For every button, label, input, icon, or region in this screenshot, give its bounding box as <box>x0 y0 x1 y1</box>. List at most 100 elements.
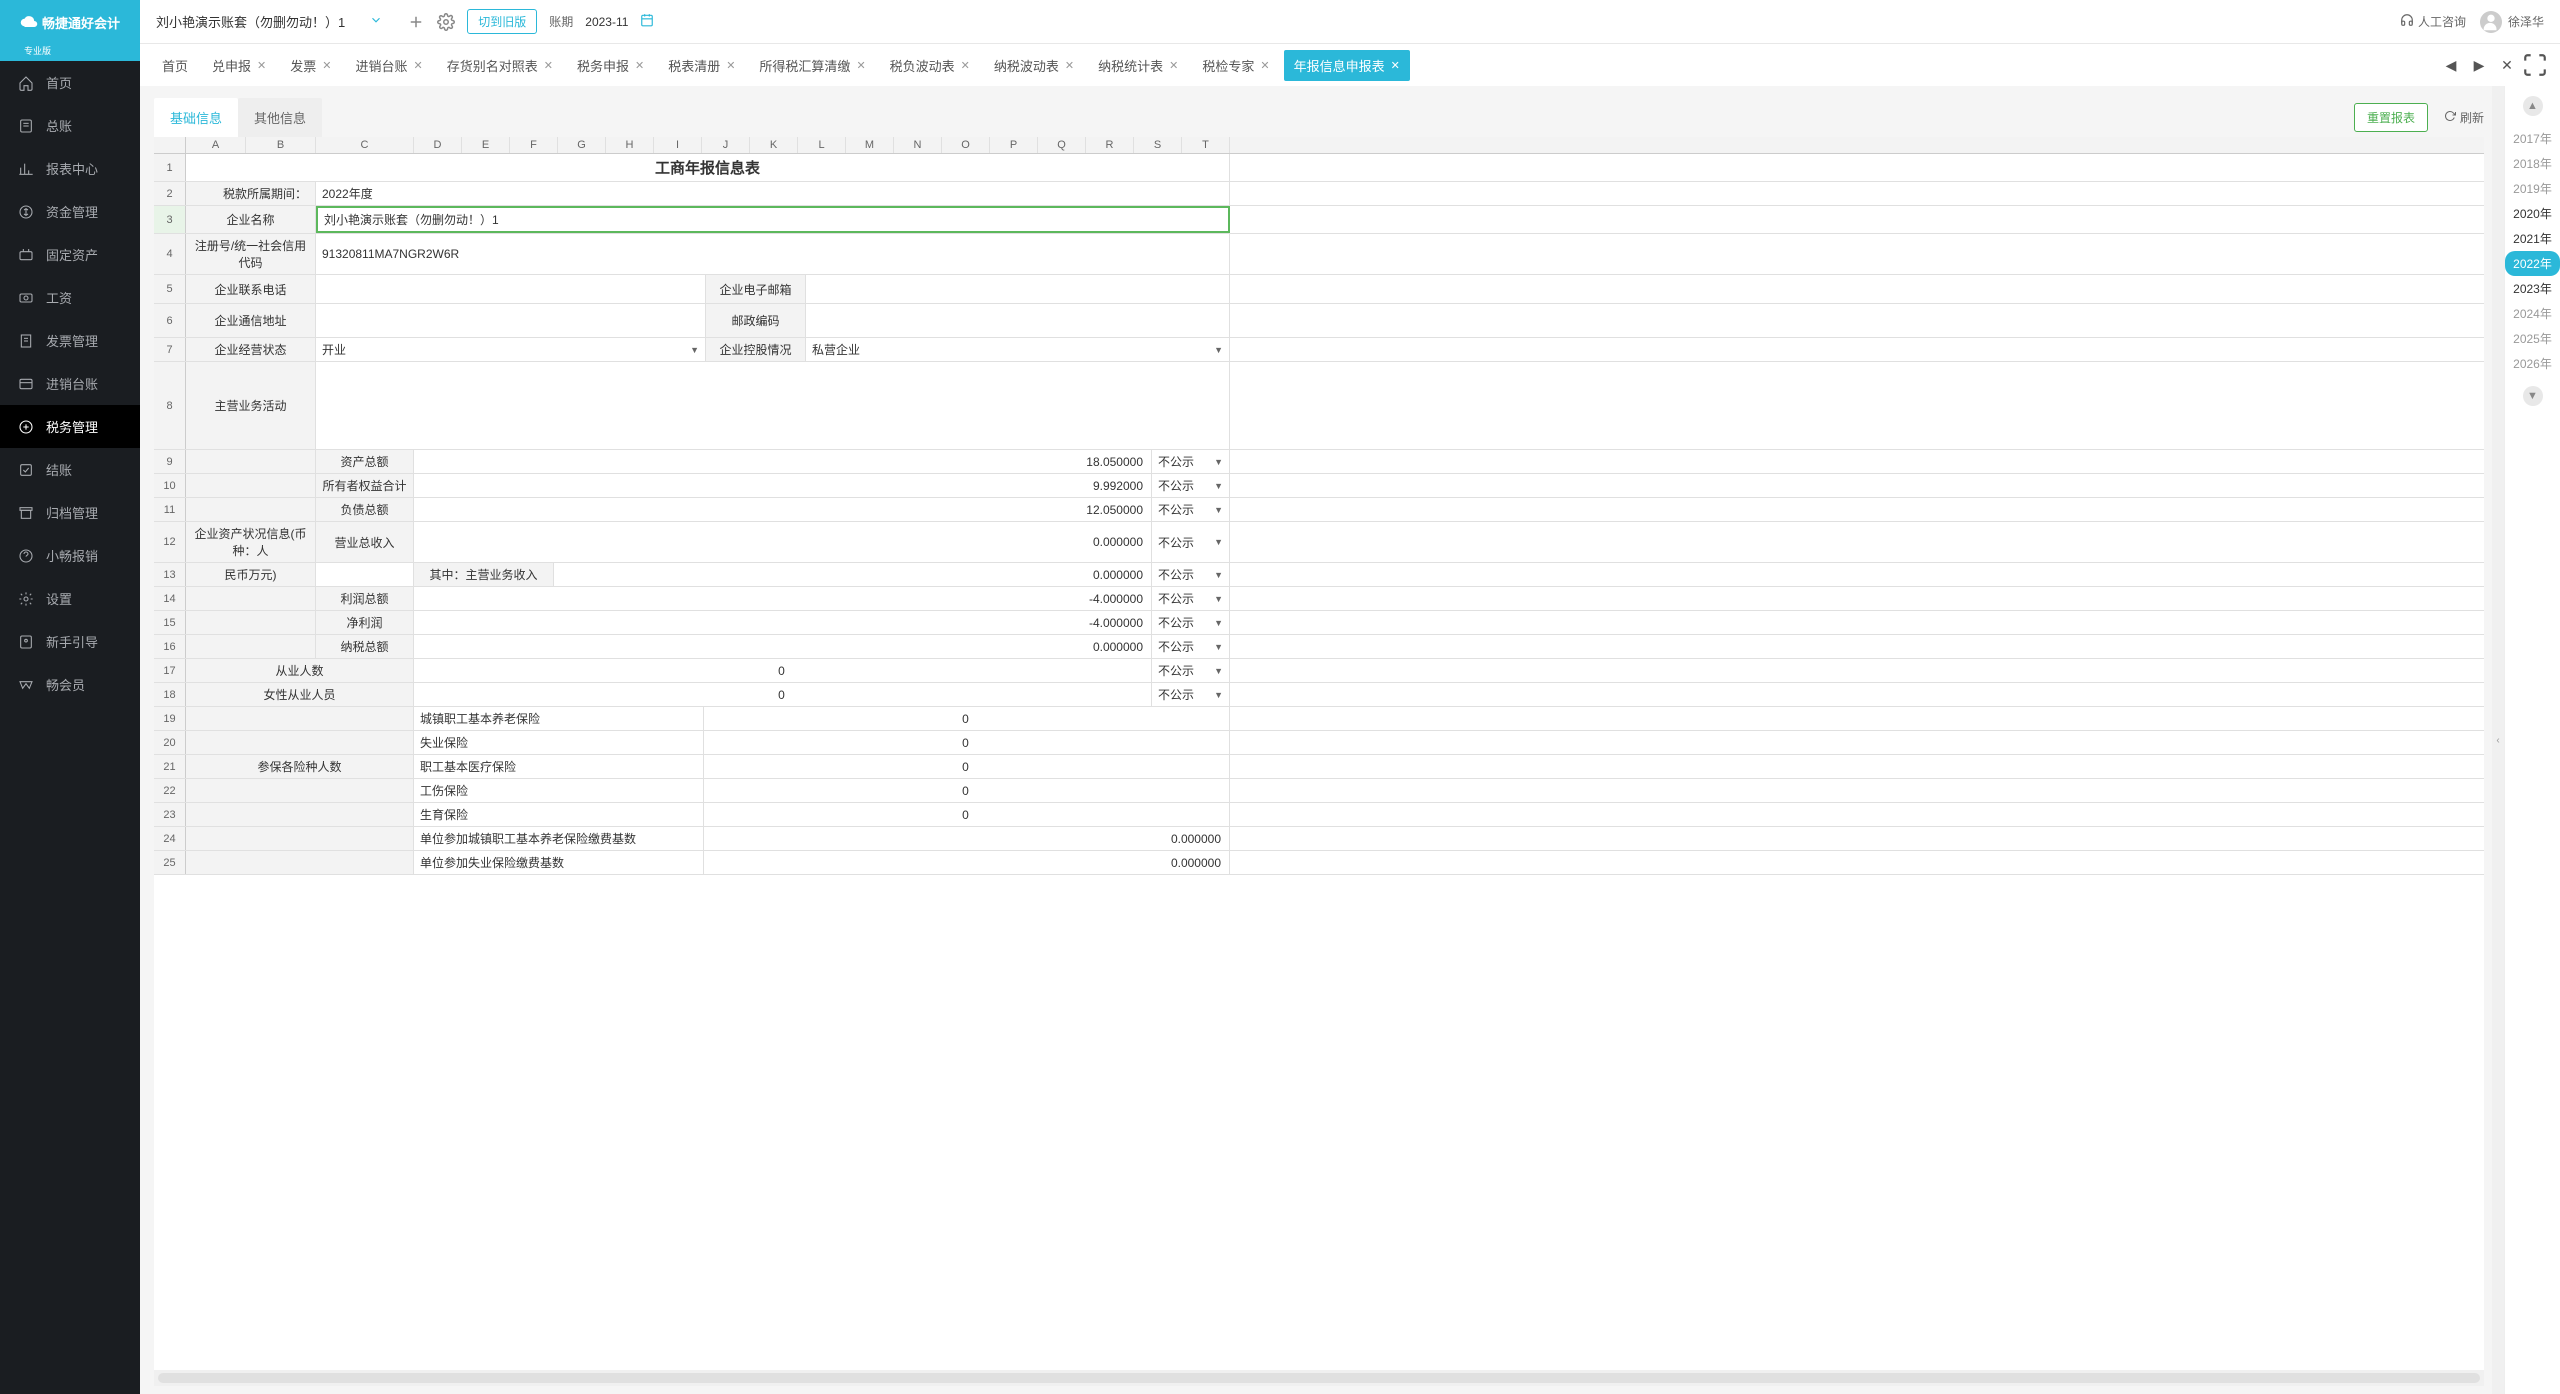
col-header-P[interactable]: P <box>990 137 1038 153</box>
row-header[interactable]: 20 <box>154 731 186 754</box>
publicity-select[interactable]: 不公示▼ <box>1152 587 1230 610</box>
asset-value[interactable]: 0.000000 <box>554 563 1152 586</box>
row-header[interactable]: 25 <box>154 851 186 874</box>
tab-进销台账[interactable]: 进销台账✕ <box>345 50 432 81</box>
base-value[interactable]: 0.000000 <box>704 827 1230 850</box>
email-value[interactable] <box>806 275 1230 303</box>
holding-select[interactable]: 私营企业▼ <box>806 338 1230 361</box>
refresh-button[interactable]: 刷新 <box>2444 109 2484 126</box>
row-header[interactable]: 7 <box>154 338 186 361</box>
col-header-F[interactable]: F <box>510 137 558 153</box>
nav-ledger[interactable]: 总账 <box>0 104 140 147</box>
tab-close-icon[interactable]: ✕ <box>961 59 970 72</box>
year-2022年[interactable]: 2022年 <box>2505 251 2560 276</box>
tab-税检专家[interactable]: 税检专家✕ <box>1192 50 1279 81</box>
row-header[interactable]: 23 <box>154 803 186 826</box>
nav-guide[interactable]: 新手引导 <box>0 620 140 663</box>
year-2021年[interactable]: 2021年 <box>2505 226 2560 251</box>
col-header-B[interactable]: B <box>246 137 316 153</box>
row-value[interactable]: 0 <box>414 683 1152 706</box>
row-header[interactable]: 2 <box>154 182 186 205</box>
period-value[interactable]: 2023-11 <box>585 15 628 29</box>
tab-税表清册[interactable]: 税表清册✕ <box>658 50 745 81</box>
nav-home[interactable]: 首页 <box>0 61 140 104</box>
col-header-Q[interactable]: Q <box>1038 137 1086 153</box>
nav-tax[interactable]: 税务管理 <box>0 405 140 448</box>
publicity-select[interactable]: 不公示▼ <box>1152 659 1230 682</box>
tabs-close-all-button[interactable]: ✕ <box>2494 52 2520 78</box>
mainbiz-value[interactable] <box>316 362 1230 449</box>
col-header-O[interactable]: O <box>942 137 990 153</box>
row-header[interactable]: 18 <box>154 683 186 706</box>
col-header-E[interactable]: E <box>462 137 510 153</box>
publicity-select[interactable]: 不公示▼ <box>1152 611 1230 634</box>
publicity-select[interactable]: 不公示▼ <box>1152 563 1230 586</box>
insured-value[interactable]: 0 <box>704 755 1230 778</box>
col-header-L[interactable]: L <box>798 137 846 153</box>
tab-税负波动表[interactable]: 税负波动表✕ <box>880 50 980 81</box>
switch-old-version-button[interactable]: 切到旧版 <box>467 9 537 34</box>
status-select[interactable]: 开业▼ <box>316 338 706 361</box>
asset-value[interactable]: -4.000000 <box>414 611 1152 634</box>
row-header[interactable]: 6 <box>154 304 186 337</box>
zip-value[interactable] <box>806 304 1230 337</box>
tab-close-icon[interactable]: ✕ <box>1391 59 1400 72</box>
year-up-button[interactable]: ▲ <box>2523 96 2543 116</box>
row-header[interactable]: 11 <box>154 498 186 521</box>
phone-value[interactable] <box>316 275 706 303</box>
row-header[interactable]: 1 <box>154 154 186 181</box>
tab-兑申报[interactable]: 兑申报✕ <box>202 50 276 81</box>
reset-report-button[interactable]: 重置报表 <box>2354 103 2428 132</box>
tab-close-icon[interactable]: ✕ <box>544 59 553 72</box>
nav-xc[interactable]: 小畅报销 <box>0 534 140 577</box>
nav-inout[interactable]: 进销台账 <box>0 362 140 405</box>
insured-value[interactable]: 0 <box>704 803 1230 826</box>
nav-settings[interactable]: 设置 <box>0 577 140 620</box>
col-header-J[interactable]: J <box>702 137 750 153</box>
col-header-A[interactable]: A <box>186 137 246 153</box>
publicity-select[interactable]: 不公示▼ <box>1152 683 1230 706</box>
row-header[interactable]: 24 <box>154 827 186 850</box>
row-header[interactable]: 4 <box>154 234 186 274</box>
nav-funds[interactable]: 资金管理 <box>0 190 140 233</box>
row-header[interactable]: 19 <box>154 707 186 730</box>
tab-发票[interactable]: 发票✕ <box>280 50 341 81</box>
row-header[interactable]: 12 <box>154 522 186 562</box>
gear-icon[interactable] <box>437 13 455 31</box>
tab-纳税波动表[interactable]: 纳税波动表✕ <box>984 50 1084 81</box>
grid-body[interactable]: 1工商年报信息表2税款所属期间：2022年度3企业名称刘小艳演示账套（勿删勿动！… <box>154 154 2484 1370</box>
asset-value[interactable]: -4.000000 <box>414 587 1152 610</box>
inner-tab-其他信息[interactable]: 其他信息 <box>238 98 322 137</box>
tab-close-icon[interactable]: ✕ <box>635 59 644 72</box>
col-header-I[interactable]: I <box>654 137 702 153</box>
publicity-select[interactable]: 不公示▼ <box>1152 498 1230 521</box>
col-header-M[interactable]: M <box>846 137 894 153</box>
year-2023年[interactable]: 2023年 <box>2505 276 2560 301</box>
company-name-input[interactable]: 刘小艳演示账套（勿删勿动！）1 <box>316 206 1230 233</box>
tab-税务申报[interactable]: 税务申报✕ <box>567 50 654 81</box>
row-header[interactable]: 14 <box>154 587 186 610</box>
tabs-prev-button[interactable]: ◀ <box>2438 52 2464 78</box>
nav-salary[interactable]: 工资 <box>0 276 140 319</box>
row-header[interactable]: 5 <box>154 275 186 303</box>
col-header-K[interactable]: K <box>750 137 798 153</box>
asset-value[interactable]: 12.050000 <box>414 498 1152 521</box>
publicity-select[interactable]: 不公示▼ <box>1152 474 1230 497</box>
col-header-T[interactable]: T <box>1182 137 1230 153</box>
row-header[interactable]: 9 <box>154 450 186 473</box>
asset-value[interactable]: 18.050000 <box>414 450 1152 473</box>
row-header[interactable]: 13 <box>154 563 186 586</box>
asset-value[interactable]: 0.000000 <box>414 635 1152 658</box>
tab-close-icon[interactable]: ✕ <box>856 59 865 72</box>
col-header-G[interactable]: G <box>558 137 606 153</box>
publicity-select[interactable]: 不公示▼ <box>1152 450 1230 473</box>
insured-value[interactable]: 0 <box>704 779 1230 802</box>
nav-asset[interactable]: 固定资产 <box>0 233 140 276</box>
fullscreen-icon[interactable] <box>2522 52 2548 78</box>
col-header-R[interactable]: R <box>1086 137 1134 153</box>
tab-年报信息申报表[interactable]: 年报信息申报表✕ <box>1284 50 1410 81</box>
tab-close-icon[interactable]: ✕ <box>322 59 331 72</box>
col-header-D[interactable]: D <box>414 137 462 153</box>
asset-value[interactable]: 0.000000 <box>414 522 1152 562</box>
col-header-N[interactable]: N <box>894 137 942 153</box>
